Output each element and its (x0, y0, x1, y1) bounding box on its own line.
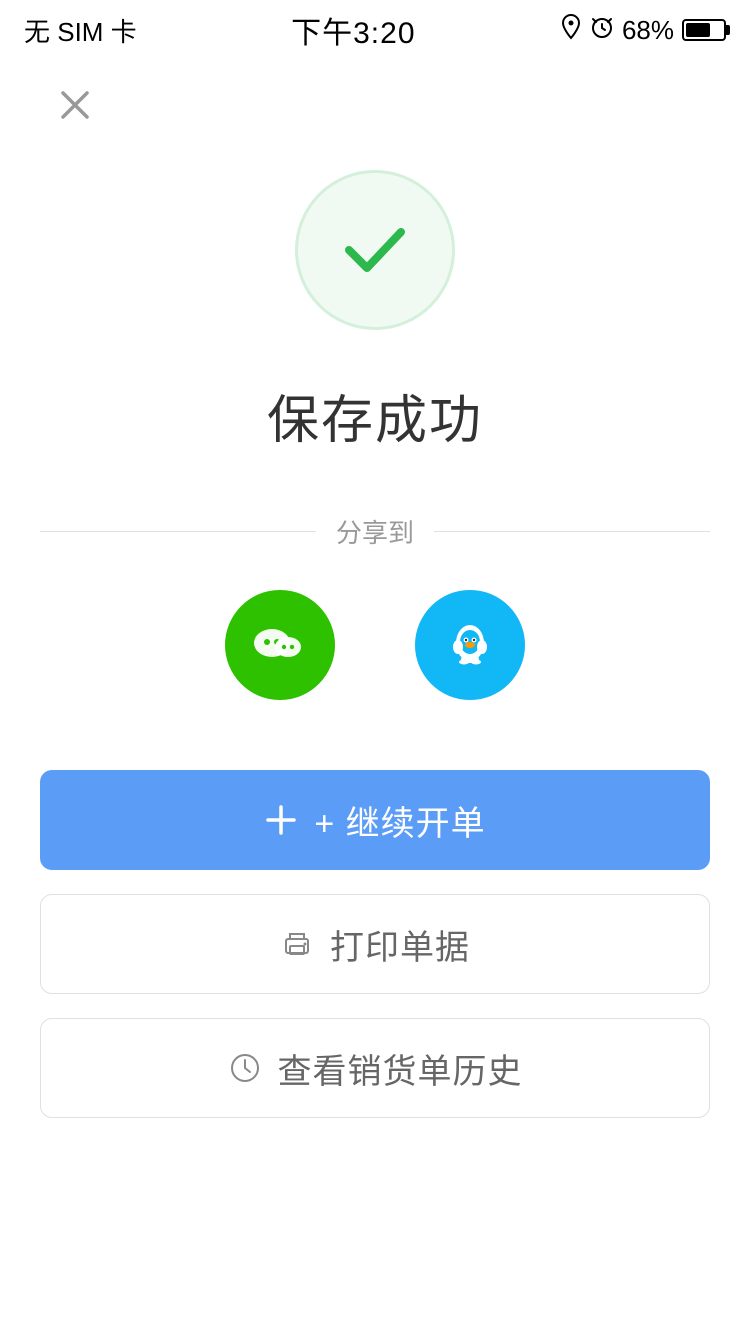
battery-icon (682, 19, 726, 41)
check-icon (335, 208, 415, 293)
continue-button-label: + 继续开单 (314, 796, 485, 845)
success-icon-container (295, 170, 455, 330)
qq-share-button[interactable] (415, 590, 525, 700)
continue-button[interactable]: + 继续开单 (40, 770, 710, 870)
main-content: 保存成功 分享到 (0, 60, 750, 1334)
status-time: 下午3:20 (291, 8, 415, 52)
location-icon (560, 14, 582, 47)
divider-line-right (434, 531, 710, 532)
close-button[interactable] (50, 80, 100, 130)
share-label: 分享到 (336, 513, 414, 550)
history-button-label: 查看销货单历史 (278, 1044, 523, 1093)
carrier-label: 无 SIM 卡 (24, 12, 137, 49)
print-button[interactable]: 打印单据 (40, 894, 710, 994)
history-button[interactable]: 查看销货单历史 (40, 1018, 710, 1118)
status-right: 68% (560, 14, 726, 47)
printer-icon (280, 927, 314, 961)
print-button-label: 打印单据 (330, 920, 470, 969)
plus-icon (264, 803, 298, 837)
battery-label: 68% (622, 15, 674, 46)
divider-line-left (40, 531, 316, 532)
alarm-icon (590, 14, 614, 47)
status-left: 无 SIM 卡 (24, 12, 147, 49)
close-button-wrap (40, 60, 710, 140)
share-divider: 分享到 (40, 513, 710, 550)
success-title: 保存成功 (267, 378, 483, 453)
share-icons-row (225, 590, 525, 700)
wechat-share-button[interactable] (225, 590, 335, 700)
clock-icon (228, 1051, 262, 1085)
action-buttons-container: + 继续开单 打印单据 查看销货单历史 (40, 770, 710, 1118)
status-bar: 无 SIM 卡 下午3:20 68% (0, 0, 750, 60)
